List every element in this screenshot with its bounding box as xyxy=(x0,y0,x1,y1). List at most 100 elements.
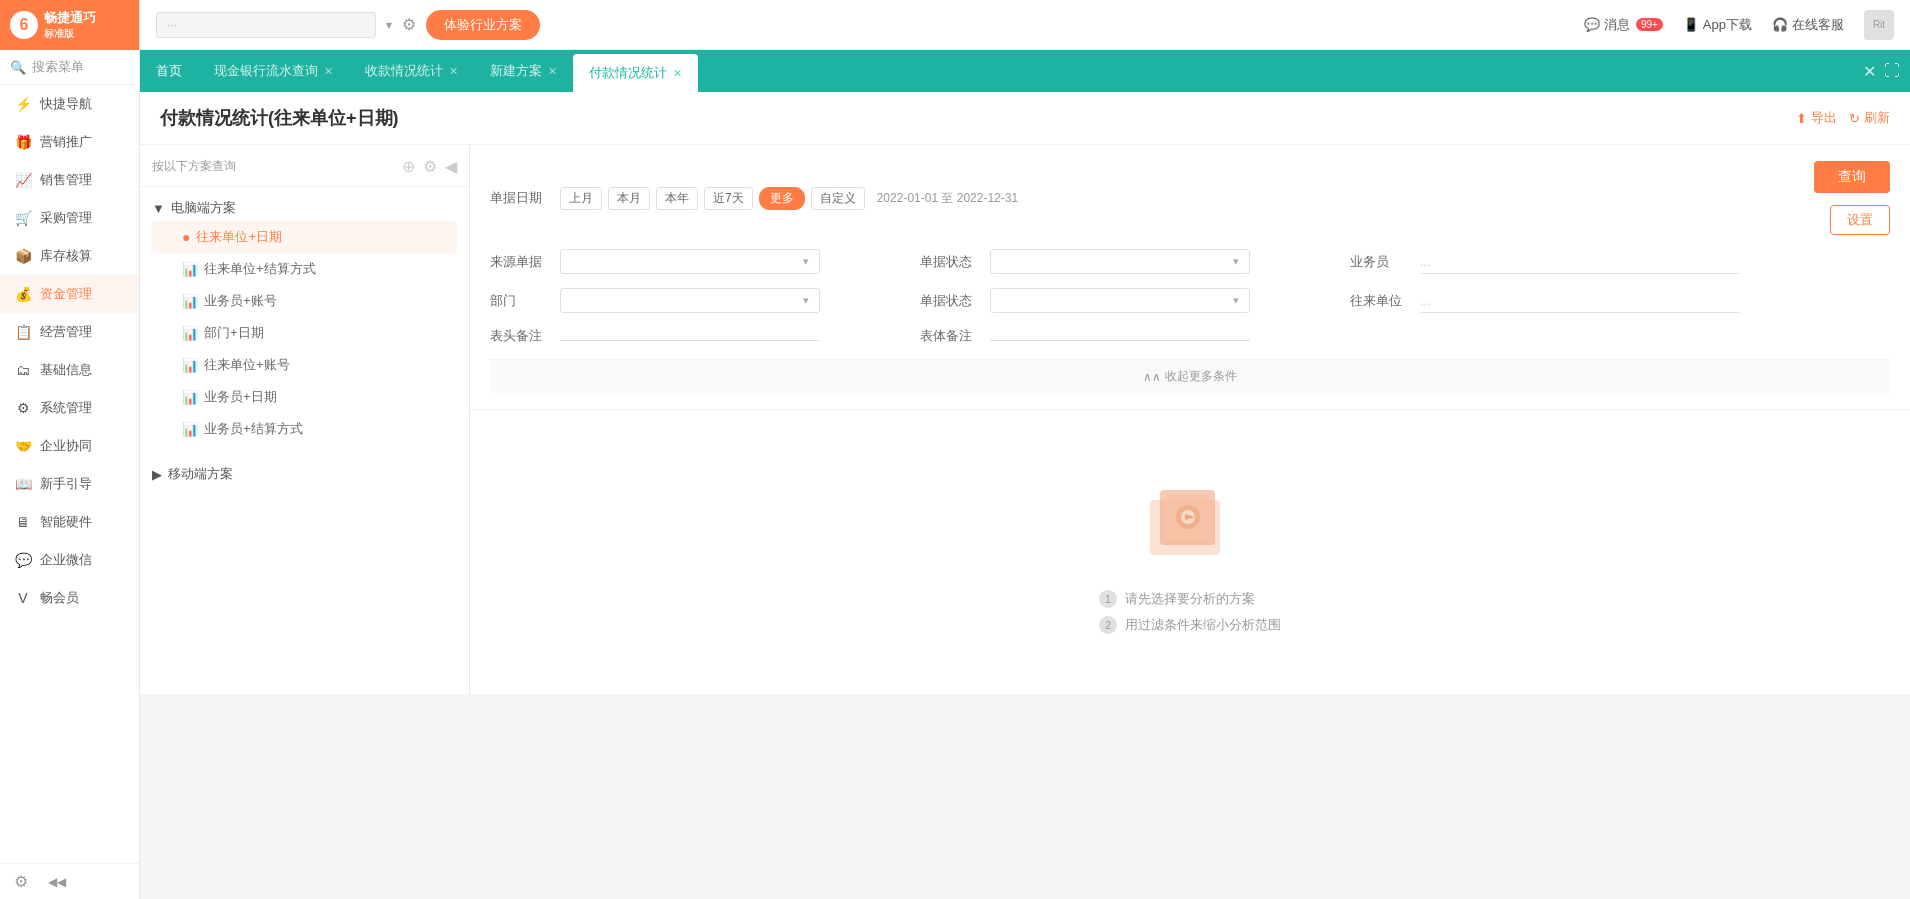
sidebar-item-sales[interactable]: 📈 销售管理 xyxy=(0,161,139,199)
sidebar-item-enterprise[interactable]: 🤝 企业协同 xyxy=(0,427,139,465)
date-this-year-btn[interactable]: 本年 xyxy=(656,187,698,210)
left-panel-title: 按以下方案查询 xyxy=(152,158,236,175)
tab-expand-btn[interactable]: ⛶ xyxy=(1884,62,1900,80)
sidebar-item-hardware[interactable]: 🖥 智能硬件 xyxy=(0,503,139,541)
sidebar-search[interactable]: 🔍 搜索菜单 xyxy=(0,50,139,85)
sidebar-item-capital[interactable]: 💰 资金管理 xyxy=(0,275,139,313)
address-text: ··· xyxy=(167,18,177,32)
scheme-item-label: 往来单位+账号 xyxy=(204,356,290,374)
scheme-item-staff-settle[interactable]: 📊 业务员+结算方式 xyxy=(152,413,457,445)
date-last-month-btn[interactable]: 上月 xyxy=(560,187,602,210)
body-note-input[interactable] xyxy=(990,332,1250,341)
section-expand-icon: ▼ xyxy=(152,201,165,216)
sidebar-collapse-icon[interactable]: ◀◀ xyxy=(48,875,66,889)
sidebar-item-purchase[interactable]: 🛒 采购管理 xyxy=(0,199,139,237)
sidebar-item-wechat[interactable]: 💬 企业微信 xyxy=(0,541,139,579)
add-scheme-icon[interactable]: ⊕ xyxy=(402,157,415,176)
sidebar-item-member[interactable]: V 畅会员 xyxy=(0,579,139,617)
date-this-month-btn[interactable]: 本月 xyxy=(608,187,650,210)
content-area: 按以下方案查询 ⊕ ⚙ ◀ ▼ 电脑端方案 ● 往来单位+日期 xyxy=(140,145,1910,694)
sidebar-item-guide[interactable]: 📖 新手引导 xyxy=(0,465,139,503)
desktop-schemes-section: ▼ 电脑端方案 ● 往来单位+日期 📊 往来单位+结算方式 📊 xyxy=(140,187,469,453)
desktop-section-title[interactable]: ▼ 电脑端方案 xyxy=(152,195,457,221)
topbar: ··· ▾ ⚙ 体验行业方案 💬 消息 99+ 📱 App下载 🎧 在线客服 R… xyxy=(140,0,1910,50)
sidebar-item-label: 营销推广 xyxy=(40,133,92,151)
export-btn[interactable]: ⬆ 导出 xyxy=(1796,109,1837,127)
guide-icon: 📖 xyxy=(14,476,32,492)
sales-icon: 📈 xyxy=(14,172,32,188)
address-chevron-icon[interactable]: ▾ xyxy=(386,18,392,32)
scheme-item-label: 往来单位+日期 xyxy=(196,228,282,246)
date-range-display: 2022-01-01 至 2022-12-31 xyxy=(877,190,1018,207)
settings-scheme-icon[interactable]: ⚙ xyxy=(423,157,437,176)
staff-input[interactable]: ... xyxy=(1420,250,1740,274)
app-name: 畅捷通巧 xyxy=(44,9,96,27)
bill-status2-chevron-icon: ▾ xyxy=(1233,294,1239,307)
collapse-panel-icon[interactable]: ◀ xyxy=(445,157,457,176)
sidebar-item-operation[interactable]: 📋 经营管理 xyxy=(0,313,139,351)
header-note-input[interactable] xyxy=(560,332,820,341)
tab-close-icon[interactable]: ✕ xyxy=(449,65,458,78)
scheme-item-partner-settle[interactable]: 📊 往来单位+结算方式 xyxy=(152,253,457,285)
tabbar: 首页 现金银行流水查询 ✕ 收款情况统计 ✕ 新建方案 ✕ 付款情况统计 ✕ ✕… xyxy=(140,50,1910,92)
tab-new-scheme[interactable]: 新建方案 ✕ xyxy=(474,50,573,92)
topbar-right: 💬 消息 99+ 📱 App下载 🎧 在线客服 Rit xyxy=(1584,10,1894,40)
scheme-item-dept-date[interactable]: 📊 部门+日期 xyxy=(152,317,457,349)
sidebar-item-label: 智能硬件 xyxy=(40,513,92,531)
tab-close-icon[interactable]: ✕ xyxy=(673,67,682,80)
refresh-btn[interactable]: ↻ 刷新 xyxy=(1849,109,1890,127)
filter-row-4: 表头备注 表体备注 xyxy=(490,327,1890,345)
sidebar-item-quick-nav[interactable]: ⚡ 快捷导航 xyxy=(0,85,139,123)
date-more-btn[interactable]: 更多 xyxy=(759,187,805,210)
query-btn[interactable]: 查询 xyxy=(1814,161,1890,193)
page-header: 付款情况统计(往来单位+日期) ⬆ 导出 ↻ 刷新 xyxy=(140,92,1910,145)
mobile-section-title[interactable]: ▶ 移动端方案 xyxy=(152,461,457,487)
source-bill-select[interactable]: ▾ xyxy=(560,249,820,274)
address-bar[interactable]: ··· xyxy=(156,12,376,38)
sidebar-item-system[interactable]: ⚙ 系统管理 xyxy=(0,389,139,427)
app-download-btn[interactable]: 📱 App下载 xyxy=(1683,16,1752,34)
messages-icon: 💬 xyxy=(1584,17,1600,32)
section-expand-icon: ▶ xyxy=(152,467,162,482)
sidebar-item-inventory[interactable]: 📦 库存核算 xyxy=(0,237,139,275)
marketing-icon: 🎁 xyxy=(14,134,32,150)
scheme-item-staff-date[interactable]: 📊 业务员+日期 xyxy=(152,381,457,413)
dept-select[interactable]: ▾ xyxy=(560,288,820,313)
sidebar-item-label: 系统管理 xyxy=(40,399,92,417)
staff-dots: ... xyxy=(1420,254,1431,269)
topbar-settings-icon[interactable]: ⚙ xyxy=(402,15,416,34)
sidebar-settings-icon[interactable]: ⚙ xyxy=(14,872,28,891)
collapse-chevron-icon: ∧∧ xyxy=(1143,370,1161,384)
tab-close-all-btn[interactable]: ✕ xyxy=(1863,62,1876,81)
tab-close-icon[interactable]: ✕ xyxy=(324,65,333,78)
date-last-7days-btn[interactable]: 近7天 xyxy=(704,187,753,210)
bill-status-label: 单据状态 xyxy=(920,253,990,271)
partner-input[interactable]: ... xyxy=(1420,289,1740,313)
enterprise-icon: 🤝 xyxy=(14,438,32,454)
date-custom-btn[interactable]: 自定义 xyxy=(811,187,865,210)
filter-row-3: 部门 ▾ 单据状态 ▾ xyxy=(490,288,1890,313)
scheme-item-partner-date[interactable]: ● 往来单位+日期 xyxy=(152,221,457,253)
tab-payment-stats[interactable]: 付款情况统计 ✕ xyxy=(573,54,698,92)
tab-collection-stats[interactable]: 收款情况统计 ✕ xyxy=(349,50,474,92)
sidebar-item-basic[interactable]: 🗂 基础信息 xyxy=(0,351,139,389)
left-panel-header: 按以下方案查询 ⊕ ⚙ ◀ xyxy=(140,157,469,187)
tab-bank-flow[interactable]: 现金银行流水查询 ✕ xyxy=(198,50,349,92)
sidebar-item-label: 资金管理 xyxy=(40,285,92,303)
bill-status-select[interactable]: ▾ xyxy=(990,249,1250,274)
user-avatar[interactable]: Rit xyxy=(1864,10,1894,40)
bill-status2-select[interactable]: ▾ xyxy=(990,288,1250,313)
scheme-item-staff-account[interactable]: 📊 业务员+账号 xyxy=(152,285,457,317)
tab-home[interactable]: 首页 xyxy=(140,50,198,92)
collapse-btn[interactable]: ∧∧ 收起更多条件 xyxy=(490,359,1890,393)
tab-close-icon[interactable]: ✕ xyxy=(548,65,557,78)
operation-icon: 📋 xyxy=(14,324,32,340)
trial-btn[interactable]: 体验行业方案 xyxy=(426,10,540,40)
left-panel: 按以下方案查询 ⊕ ⚙ ◀ ▼ 电脑端方案 ● 往来单位+日期 xyxy=(140,145,470,694)
settings-btn[interactable]: 设置 xyxy=(1830,205,1890,235)
online-service-btn[interactable]: 🎧 在线客服 xyxy=(1772,16,1844,34)
sidebar-item-marketing[interactable]: 🎁 营销推广 xyxy=(0,123,139,161)
messages-btn[interactable]: 💬 消息 99+ xyxy=(1584,16,1663,34)
dept-chevron-icon: ▾ xyxy=(803,294,809,307)
scheme-item-partner-account[interactable]: 📊 往来单位+账号 xyxy=(152,349,457,381)
